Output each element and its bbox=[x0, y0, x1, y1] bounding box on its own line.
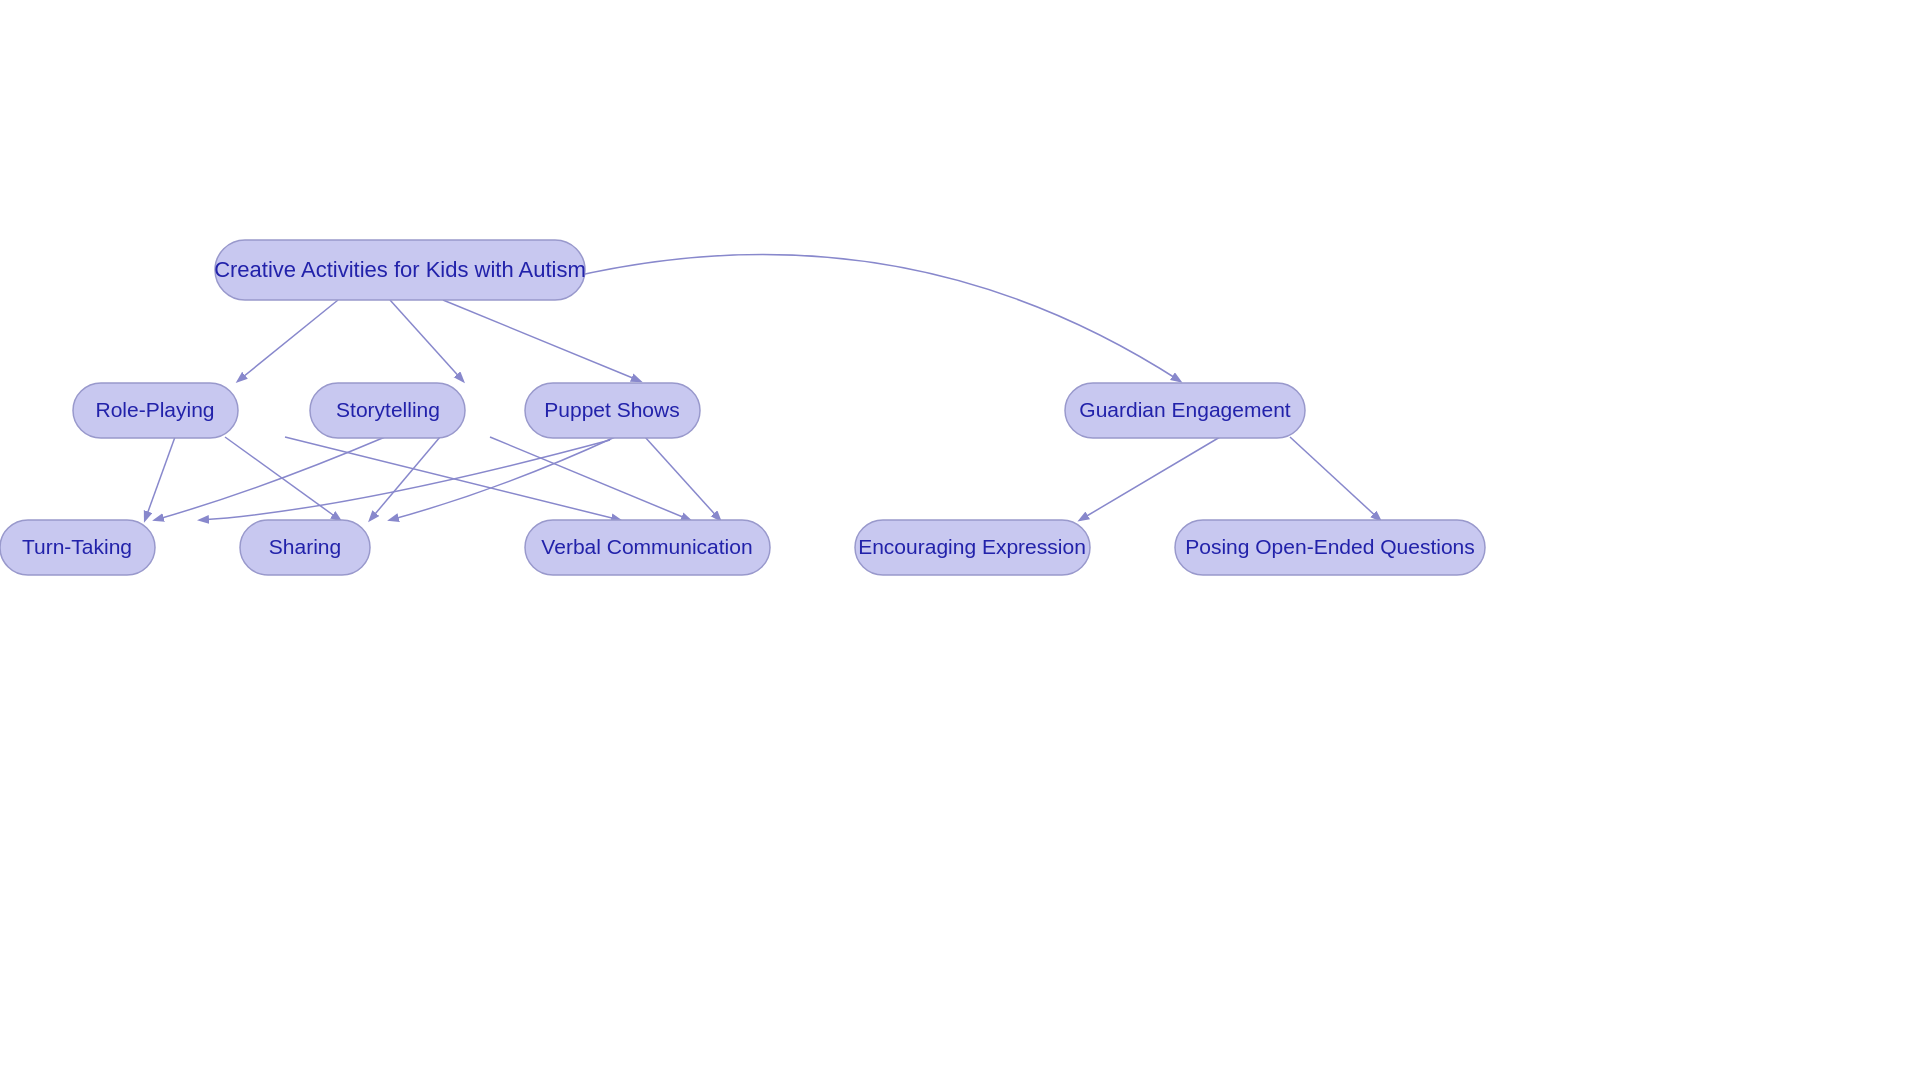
node-guardian-engagement-label: Guardian Engagement bbox=[1079, 398, 1290, 421]
node-encouraging-expression-label: Encouraging Expression bbox=[858, 535, 1086, 558]
edge-root-puppet-shows bbox=[443, 300, 640, 381]
edge-roleplaying-turntaking bbox=[145, 437, 175, 520]
edge-storytelling-verbal bbox=[490, 437, 690, 520]
node-root-label: Creative Activities for Kids with Autism bbox=[214, 257, 586, 282]
edge-root-storytelling bbox=[390, 300, 463, 381]
edge-guardian-posing bbox=[1290, 437, 1380, 520]
node-posing-questions-label: Posing Open-Ended Questions bbox=[1185, 535, 1475, 558]
edge-storytelling-turntaking bbox=[155, 437, 385, 520]
edge-puppet-verbal bbox=[645, 437, 720, 520]
edge-puppet-sharing bbox=[390, 437, 615, 520]
node-verbal-communication-label: Verbal Communication bbox=[541, 535, 752, 558]
edge-root-guardian bbox=[567, 255, 1180, 381]
node-turn-taking-label: Turn-Taking bbox=[22, 535, 132, 558]
node-sharing-label: Sharing bbox=[269, 535, 341, 558]
node-puppet-shows-label: Puppet Shows bbox=[544, 398, 679, 421]
edge-root-role-playing bbox=[238, 300, 338, 381]
edge-puppet-turntaking bbox=[200, 440, 610, 520]
node-role-playing-label: Role-Playing bbox=[95, 398, 214, 421]
edge-guardian-encouraging bbox=[1080, 437, 1220, 520]
node-storytelling-label: Storytelling bbox=[336, 398, 440, 421]
edge-storytelling-sharing bbox=[370, 437, 440, 520]
